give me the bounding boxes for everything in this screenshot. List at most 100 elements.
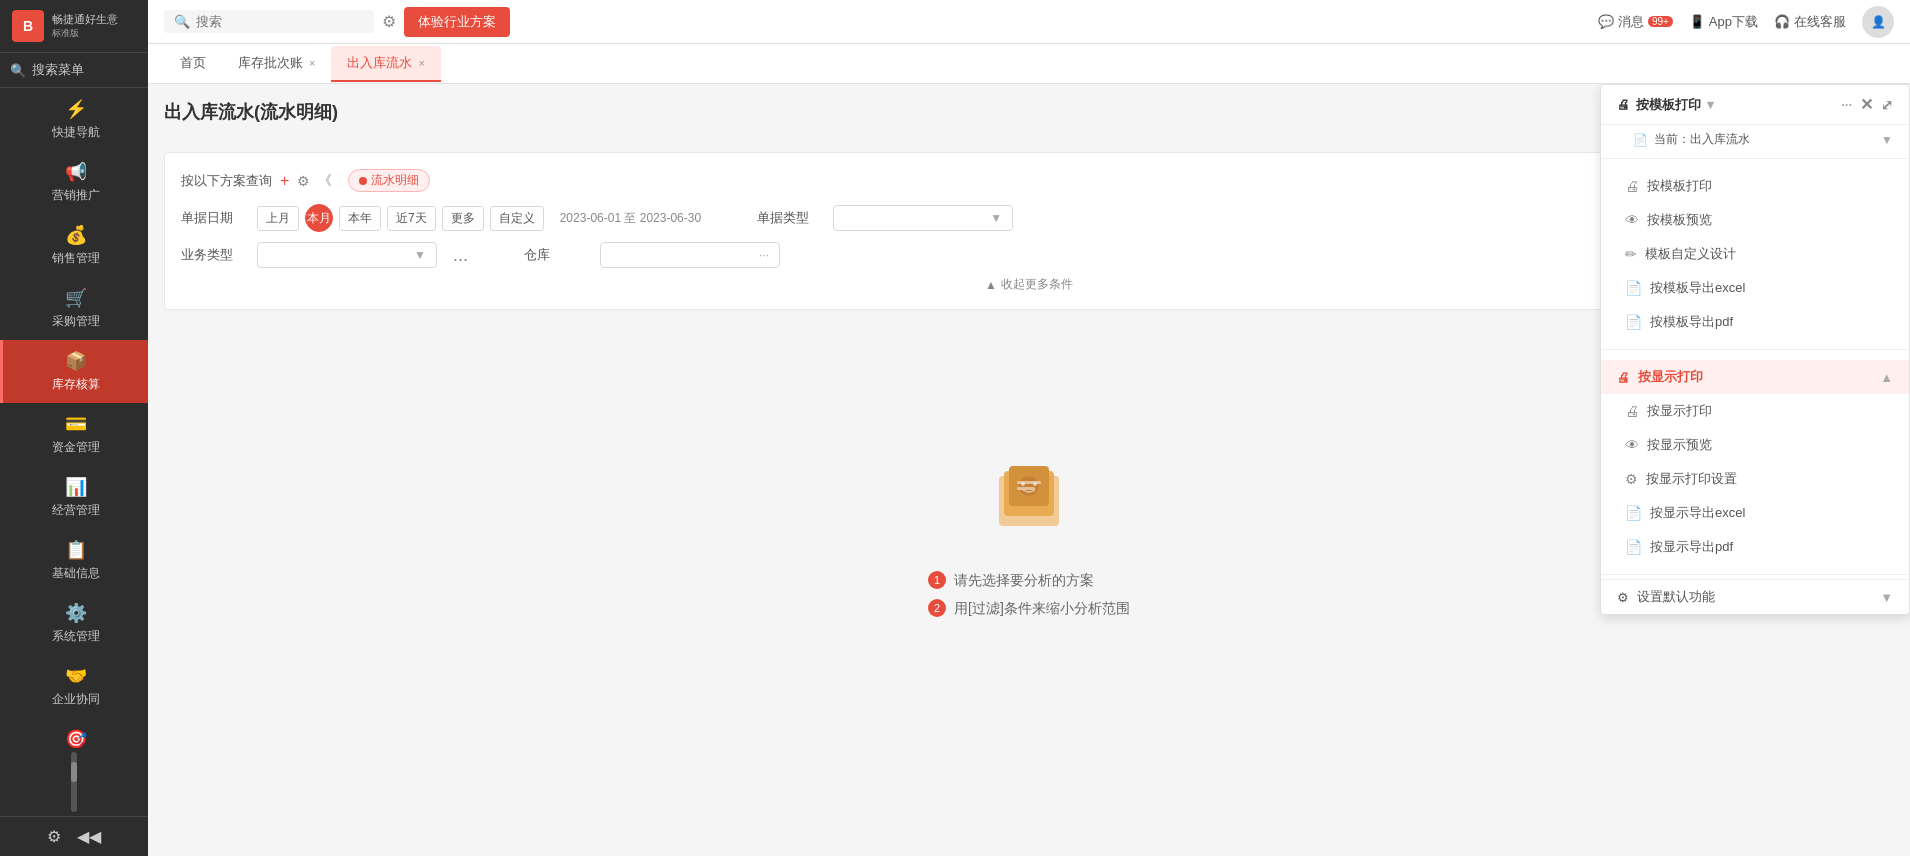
date-btn-this-month[interactable]: 本月 <box>305 204 333 232</box>
search-menu-button[interactable]: 🔍 搜索菜单 <box>10 61 84 79</box>
print-template-excel-btn[interactable]: 📄 按模板导出excel <box>1601 271 1909 305</box>
sidebar-item-marketing[interactable]: 📢 营销推广 <box>0 151 148 214</box>
print-template-design-btn[interactable]: ✏ 模板自定义设计 <box>1601 237 1909 271</box>
topbar-search-input[interactable] <box>196 14 364 29</box>
print-panel-expand-icon[interactable]: ⤢ <box>1881 97 1893 113</box>
step-1-label: 请先选择要分析的方案 <box>954 566 1094 594</box>
bill-type-label: 单据类型 <box>757 209 817 227</box>
sidebar-item-enterprise[interactable]: 🤝 企业协同 <box>0 655 148 718</box>
date-btn-more[interactable]: 更多 <box>442 206 484 231</box>
display-print-section: 🖨 按显示打印 ▲ 🖨 按显示打印 👁 按显示预览 ⚙ 按显示打印设置 <box>1601 354 1909 570</box>
tab-inventory-flow-close[interactable]: × <box>418 57 424 69</box>
display-print-section-title: 按显示打印 <box>1638 368 1703 386</box>
inventory-icon: 📦 <box>65 350 87 372</box>
current-template-arrow[interactable]: ▼ <box>1881 133 1893 147</box>
sidebar-item-operations[interactable]: 📊 经营管理 <box>0 466 148 529</box>
sidebar-collapse-icon[interactable]: ◀◀ <box>77 827 101 846</box>
sales-icon: 💰 <box>65 224 87 246</box>
date-btn-this-year[interactable]: 本年 <box>339 206 381 231</box>
display-excel-btn[interactable]: 📄 按显示导出excel <box>1601 496 1909 530</box>
avatar[interactable]: 👤 <box>1862 6 1894 38</box>
date-btn-7days[interactable]: 近7天 <box>387 206 436 231</box>
print-set-default-btn[interactable]: ⚙ 设置默认功能 ▼ <box>1601 579 1909 614</box>
sidebar-item-label: 企业协同 <box>52 691 100 708</box>
filter-tag[interactable]: 流水明细 <box>348 169 430 192</box>
display-pdf-btn[interactable]: 📄 按显示导出pdf <box>1601 530 1909 564</box>
print-panel: 🖨 按模板打印 ▾ ··· ✕ ⤢ 📄 当前：出入库流水 ▼ <box>1600 84 1910 615</box>
display-print-btn[interactable]: 🖨 按显示打印 <box>1601 394 1909 428</box>
sidebar-item-label: 库存核算 <box>52 376 100 393</box>
sidebar-settings-icon[interactable]: ⚙ <box>47 827 61 846</box>
industry-btn[interactable]: 体验行业方案 <box>404 7 510 37</box>
tab-home[interactable]: 首页 <box>164 46 222 82</box>
display-preview-btn[interactable]: 👁 按显示预览 <box>1601 428 1909 462</box>
display-print-section-header[interactable]: 🖨 按显示打印 ▲ <box>1601 360 1909 394</box>
set-default-arrow: ▼ <box>1880 590 1893 605</box>
basic-info-icon: 📋 <box>65 539 87 561</box>
purchase-icon: 🛒 <box>65 287 87 309</box>
tab-inventory-flow[interactable]: 出入库流水 × <box>331 46 440 82</box>
template-print-icon: 🖨 <box>1625 178 1639 194</box>
template-design-icon: ✏ <box>1625 246 1637 262</box>
tab-batch-accounts[interactable]: 库存批次账 × <box>222 46 331 82</box>
display-excel-label: 按显示导出excel <box>1650 504 1745 522</box>
print-panel-header: 🖨 按模板打印 ▾ ··· ✕ ⤢ <box>1601 85 1909 125</box>
print-template-print-btn[interactable]: 🖨 按模板打印 <box>1601 169 1909 203</box>
online-service-label: 在线客服 <box>1794 13 1846 31</box>
message-icon: 💬 <box>1598 14 1614 29</box>
sidebar-search[interactable]: 🔍 搜索菜单 <box>0 53 148 88</box>
sidebar-item-system[interactable]: ⚙️ 系统管理 <box>0 592 148 655</box>
operations-icon: 📊 <box>65 476 87 498</box>
warehouse-select[interactable]: ··· <box>600 242 780 268</box>
display-print-icon: 🖨 <box>1625 403 1639 419</box>
sidebar-item-guide[interactable]: 🎯 新手引导 <box>0 718 148 748</box>
print-template-preview-btn[interactable]: 👁 按模板预览 <box>1601 203 1909 237</box>
sidebar-item-inventory[interactable]: 📦 库存核算 <box>0 340 148 403</box>
sidebar-item-sales[interactable]: 💰 销售管理 <box>0 214 148 277</box>
system-icon: ⚙️ <box>65 602 87 624</box>
sidebar-item-basic-info[interactable]: 📋 基础信息 <box>0 529 148 592</box>
date-btn-last-month[interactable]: 上月 <box>257 206 299 231</box>
display-print-toggle-icon[interactable]: ▲ <box>1880 370 1893 385</box>
bill-type-select[interactable]: ▼ <box>833 205 1013 231</box>
print-panel-toggle-icon[interactable]: ▾ <box>1707 97 1714 112</box>
sidebar-item-label: 经营管理 <box>52 502 100 519</box>
filter-settings-btn[interactable]: ⚙ <box>297 173 310 189</box>
display-print-settings-btn[interactable]: ⚙ 按显示打印设置 <box>1601 462 1909 496</box>
display-preview-label: 按显示预览 <box>1647 436 1712 454</box>
current-template-icon: 📄 <box>1633 133 1648 147</box>
sidebar-item-purchase[interactable]: 🛒 采购管理 <box>0 277 148 340</box>
print-panel-more-icon[interactable]: ··· <box>1841 97 1852 112</box>
set-default-label: 设置默认功能 <box>1637 588 1715 606</box>
online-service-btn[interactable]: 🎧 在线客服 <box>1774 13 1846 31</box>
svg-point-7 <box>1033 482 1037 486</box>
marketing-icon: 📢 <box>65 161 87 183</box>
sidebar-item-finance[interactable]: 💳 资金管理 <box>0 403 148 466</box>
tab-bar: 首页 库存批次账 × 出入库流水 × <box>148 44 1910 84</box>
step-2-num: 2 <box>928 599 946 617</box>
logo-text: 畅捷通好生意 <box>52 12 118 26</box>
topbar-gear-icon[interactable]: ⚙ <box>382 12 396 31</box>
date-filter-label: 单据日期 <box>181 209 241 227</box>
sidebar-scrollbar[interactable] <box>0 748 148 816</box>
app-download-btn[interactable]: 📱 App下载 <box>1689 13 1758 31</box>
print-panel-title: 按模板打印 <box>1636 96 1701 114</box>
collapse-more-btn[interactable]: ▲ 收起更多条件 <box>985 276 1073 293</box>
finance-icon: 💳 <box>65 413 87 435</box>
filter-add-btn[interactable]: + <box>280 172 289 190</box>
print-template-pdf-btn[interactable]: 📄 按模板导出pdf <box>1601 305 1909 339</box>
display-print-label: 按显示打印 <box>1647 402 1712 420</box>
topbar-search-area[interactable]: 🔍 <box>164 10 374 33</box>
business-type-select[interactable]: ▼ <box>257 242 437 268</box>
enterprise-icon: 🤝 <box>65 665 87 687</box>
svg-rect-5 <box>1017 487 1035 490</box>
sidebar-item-quick-nav[interactable]: ⚡ 快捷导航 <box>0 88 148 151</box>
app-download-label: App下载 <box>1709 13 1758 31</box>
filter-collapse-btn[interactable]: 《 <box>318 172 332 190</box>
message-btn[interactable]: 💬 消息 99+ <box>1598 13 1673 31</box>
template-preview-label: 按模板预览 <box>1647 211 1712 229</box>
business-type-more-btn[interactable]: ... <box>453 245 468 266</box>
date-btn-custom[interactable]: 自定义 <box>490 206 544 231</box>
print-panel-close-icon[interactable]: ✕ <box>1860 95 1873 114</box>
tab-batch-accounts-close[interactable]: × <box>309 57 315 69</box>
